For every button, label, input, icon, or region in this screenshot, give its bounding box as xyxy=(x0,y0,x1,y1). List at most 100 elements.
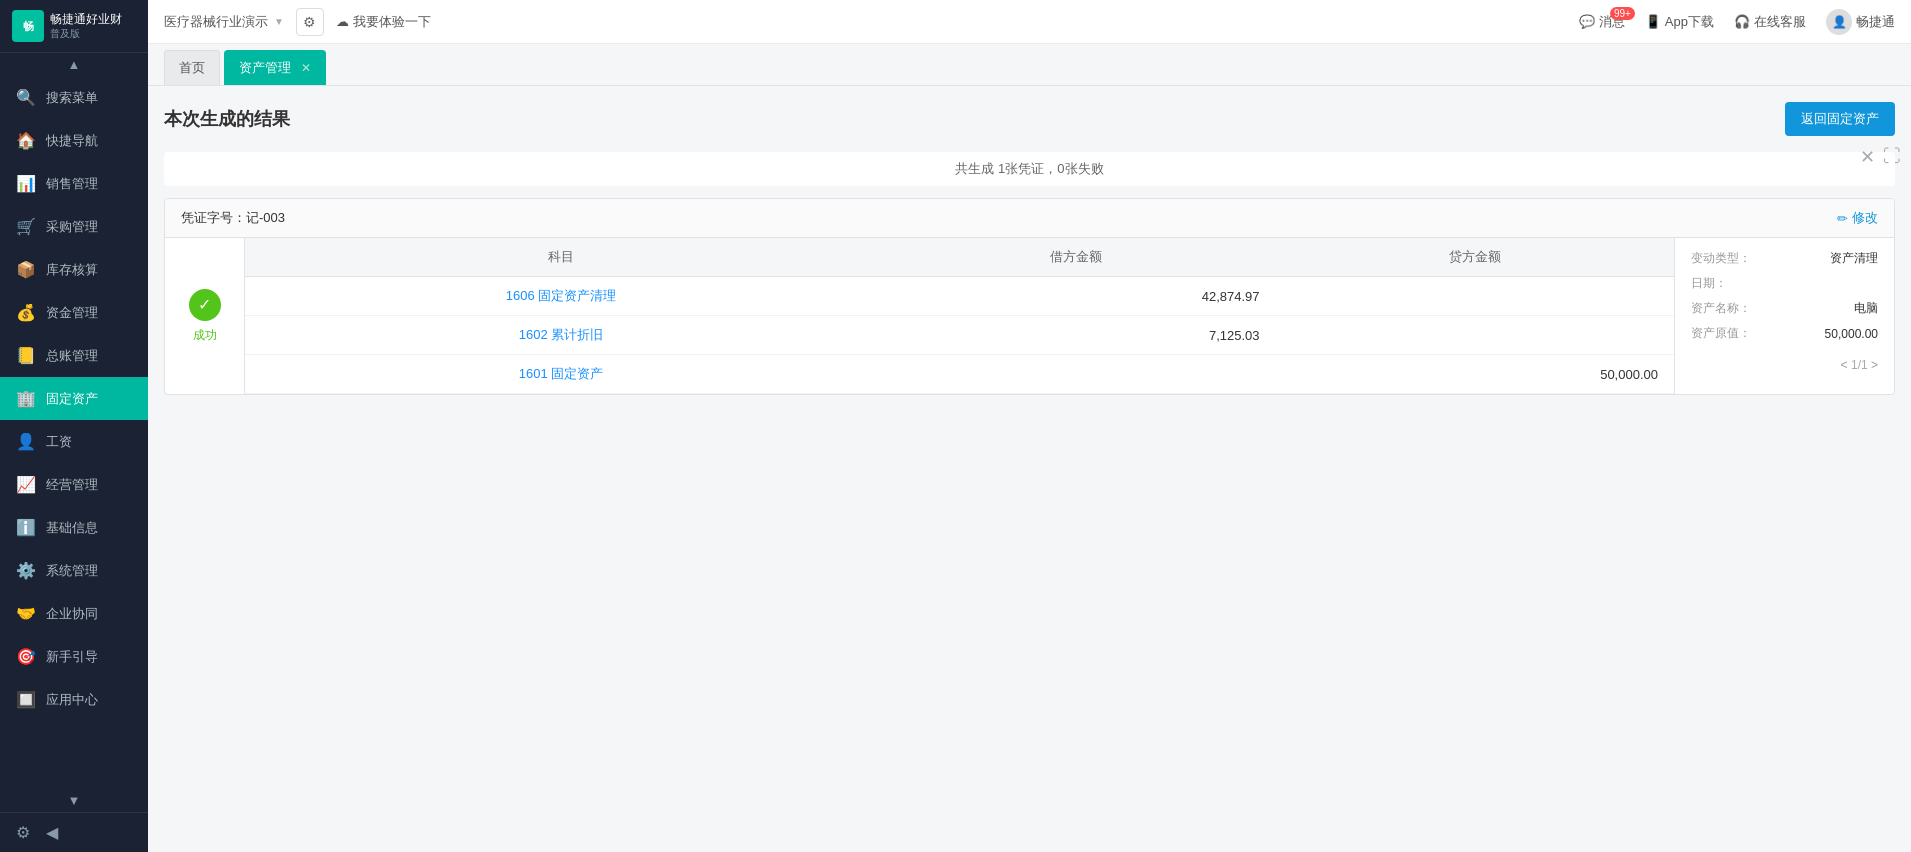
edit-icon: ✏ xyxy=(1837,211,1848,226)
logo-text: 畅捷通好业财 普及版 xyxy=(50,12,122,41)
money-icon: 💰 xyxy=(16,303,36,322)
target-icon: 🎯 xyxy=(16,647,36,666)
prev-page-button[interactable]: < xyxy=(1841,358,1848,372)
voucher-header: 凭证字号：记-003 ✏ 修改 xyxy=(165,199,1894,238)
sidebar-item-search[interactable]: 🔍 搜索菜单 xyxy=(0,76,148,119)
sidebar-item-ledger[interactable]: 📒 总账管理 xyxy=(0,334,148,377)
voucher-pagination: < 1/1 > xyxy=(1691,350,1878,376)
gear-icon: ⚙️ xyxy=(16,561,36,580)
row1-credit xyxy=(1276,277,1674,316)
message-button[interactable]: 💬 消息 99+ xyxy=(1579,13,1625,31)
trend-icon: 📈 xyxy=(16,475,36,494)
workspace-arrow-icon: ▼ xyxy=(274,16,284,27)
summary-text: 共生成 1张凭证，0张失败 xyxy=(955,161,1103,176)
sidebar-item-purchase[interactable]: 🛒 采购管理 xyxy=(0,205,148,248)
tab-asset-mgmt[interactable]: 资产管理 ✕ xyxy=(224,50,326,85)
download-icon: 📱 xyxy=(1645,14,1661,29)
tab-close-icon[interactable]: ✕ xyxy=(301,61,311,75)
workspace-selector[interactable]: 医疗器械行业演示 ▼ xyxy=(164,13,284,31)
apps-icon: 🔲 xyxy=(16,690,36,709)
asset-name-value: 电脑 xyxy=(1854,300,1878,317)
topbar: 医疗器械行业演示 ▼ ⚙ ☁ 我要体验一下 💬 消息 99+ 📱 App下载 🎧… xyxy=(148,0,1911,44)
sidebar-item-operations[interactable]: 📈 经营管理 xyxy=(0,463,148,506)
close-panel-button[interactable]: ✕ xyxy=(1860,146,1875,168)
row2-credit xyxy=(1276,316,1674,355)
app-download-label: App下载 xyxy=(1665,13,1714,31)
trial-label: 我要体验一下 xyxy=(353,13,431,31)
edit-voucher-button[interactable]: ✏ 修改 xyxy=(1837,209,1878,227)
sidebar-item-fund[interactable]: 💰 资金管理 xyxy=(0,291,148,334)
original-value-row: 资产原值： 50,000.00 xyxy=(1691,325,1878,342)
back-to-fixed-assets-button[interactable]: 返回固定资产 xyxy=(1785,102,1895,136)
chart-icon: 📊 xyxy=(16,174,36,193)
col-subject: 科目 xyxy=(245,238,877,277)
search-icon: 🔍 xyxy=(16,88,36,107)
voucher-body: ✓ 成功 科目 借方金额 贷方金额 xyxy=(165,238,1894,394)
voucher-card: 凭证字号：记-003 ✏ 修改 ✓ 成功 科目 xyxy=(164,198,1895,395)
sidebar-item-enterprise[interactable]: 🤝 企业协同 xyxy=(0,592,148,635)
username: 畅捷通 xyxy=(1856,13,1895,31)
trial-button[interactable]: ☁ 我要体验一下 xyxy=(336,13,431,31)
settings-button[interactable]: ⚙ xyxy=(296,8,324,36)
scroll-up-arrow[interactable]: ▲ xyxy=(0,53,148,76)
settings-bottom-icon[interactable]: ⚙ xyxy=(16,823,30,842)
tab-home[interactable]: 首页 xyxy=(164,50,220,85)
tabbar: 首页 资产管理 ✕ xyxy=(148,44,1911,86)
row3-credit: 50,000.00 xyxy=(1276,355,1674,394)
message-badge: 99+ xyxy=(1610,7,1635,20)
next-page-button[interactable]: > xyxy=(1871,358,1878,372)
table-row: 1602 累计折旧 7,125.03 xyxy=(245,316,1674,355)
success-icon: ✓ xyxy=(189,289,221,321)
home-icon: 🏠 xyxy=(16,131,36,150)
settings-icon: ⚙ xyxy=(303,14,316,30)
collapse-icon[interactable]: ◀ xyxy=(46,823,58,842)
cart-icon: 🛒 xyxy=(16,217,36,236)
sidebar-item-payroll[interactable]: 👤 工资 xyxy=(0,420,148,463)
sidebar-nav: 🔍 搜索菜单 🏠 快捷导航 📊 销售管理 🛒 采购管理 📦 库存核算 💰 资金管… xyxy=(0,76,148,789)
result-summary: 共生成 1张凭证，0张失败 xyxy=(164,152,1895,186)
logo-icon: 畅 xyxy=(12,10,44,42)
sidebar-item-quick-nav[interactable]: 🏠 快捷导航 xyxy=(0,119,148,162)
page-indicator: 1/1 xyxy=(1851,358,1868,372)
content-area: 本次生成的结果 返回固定资产 ✕ ⛶ 共生成 1张凭证，0张失败 凭证字号：记-… xyxy=(148,86,1911,852)
sidebar-item-guide[interactable]: 🎯 新手引导 xyxy=(0,635,148,678)
col-credit: 贷方金额 xyxy=(1276,238,1674,277)
status-text: 成功 xyxy=(193,327,217,344)
voucher-info-panel: 变动类型： 资产清理 日期： 资产名称： 电脑 资产原值： 50,000.00 xyxy=(1674,238,1894,394)
service-icon: 🎧 xyxy=(1734,14,1750,29)
scroll-down-arrow[interactable]: ▼ xyxy=(0,789,148,812)
topbar-right: 💬 消息 99+ 📱 App下载 🎧 在线客服 👤 畅捷通 xyxy=(1579,9,1895,35)
building-icon: 🏢 xyxy=(16,389,36,408)
col-debit: 借方金额 xyxy=(877,238,1275,277)
change-type-row: 变动类型： 资产清理 xyxy=(1691,250,1878,267)
row1-subject: 1606 固定资产清理 xyxy=(245,277,877,316)
table-row: 1601 固定资产 50,000.00 xyxy=(245,355,1674,394)
user-menu[interactable]: 👤 畅捷通 xyxy=(1826,9,1895,35)
sidebar-item-inventory[interactable]: 📦 库存核算 xyxy=(0,248,148,291)
row2-subject: 1602 累计折旧 xyxy=(245,316,877,355)
date-row: 日期： xyxy=(1691,275,1878,292)
date-label: 日期： xyxy=(1691,275,1727,292)
voucher-number: 凭证字号：记-003 xyxy=(181,209,285,227)
tab-asset-mgmt-label: 资产管理 xyxy=(239,60,291,75)
main-area: 医疗器械行业演示 ▼ ⚙ ☁ 我要体验一下 💬 消息 99+ 📱 App下载 🎧… xyxy=(148,0,1911,852)
change-type-label: 变动类型： xyxy=(1691,250,1751,267)
page-header: 本次生成的结果 返回固定资产 xyxy=(164,102,1895,136)
book-icon: 📒 xyxy=(16,346,36,365)
sidebar-item-app-center[interactable]: 🔲 应用中心 xyxy=(0,678,148,721)
voucher-table: 科目 借方金额 贷方金额 1606 固定资产清理 42,874.97 xyxy=(245,238,1674,394)
app-download-button[interactable]: 📱 App下载 xyxy=(1645,13,1714,31)
expand-panel-button[interactable]: ⛶ xyxy=(1883,146,1901,168)
table-row: 1606 固定资产清理 42,874.97 xyxy=(245,277,1674,316)
sidebar-item-basic-info[interactable]: ℹ️ 基础信息 xyxy=(0,506,148,549)
sidebar-item-fixed-assets[interactable]: 🏢 固定资产 xyxy=(0,377,148,420)
sidebar-bottom: ⚙ ◀ xyxy=(0,812,148,852)
sidebar: 畅 畅捷通好业财 普及版 ▲ 🔍 搜索菜单 🏠 快捷导航 📊 销售管理 🛒 采购… xyxy=(0,0,148,852)
cloud-icon: ☁ xyxy=(336,14,349,29)
customer-service-button[interactable]: 🎧 在线客服 xyxy=(1734,13,1806,31)
sidebar-item-system[interactable]: ⚙️ 系统管理 xyxy=(0,549,148,592)
asset-name-label: 资产名称： xyxy=(1691,300,1751,317)
row1-debit: 42,874.97 xyxy=(877,277,1275,316)
customer-service-label: 在线客服 xyxy=(1754,13,1806,31)
sidebar-item-sales[interactable]: 📊 销售管理 xyxy=(0,162,148,205)
